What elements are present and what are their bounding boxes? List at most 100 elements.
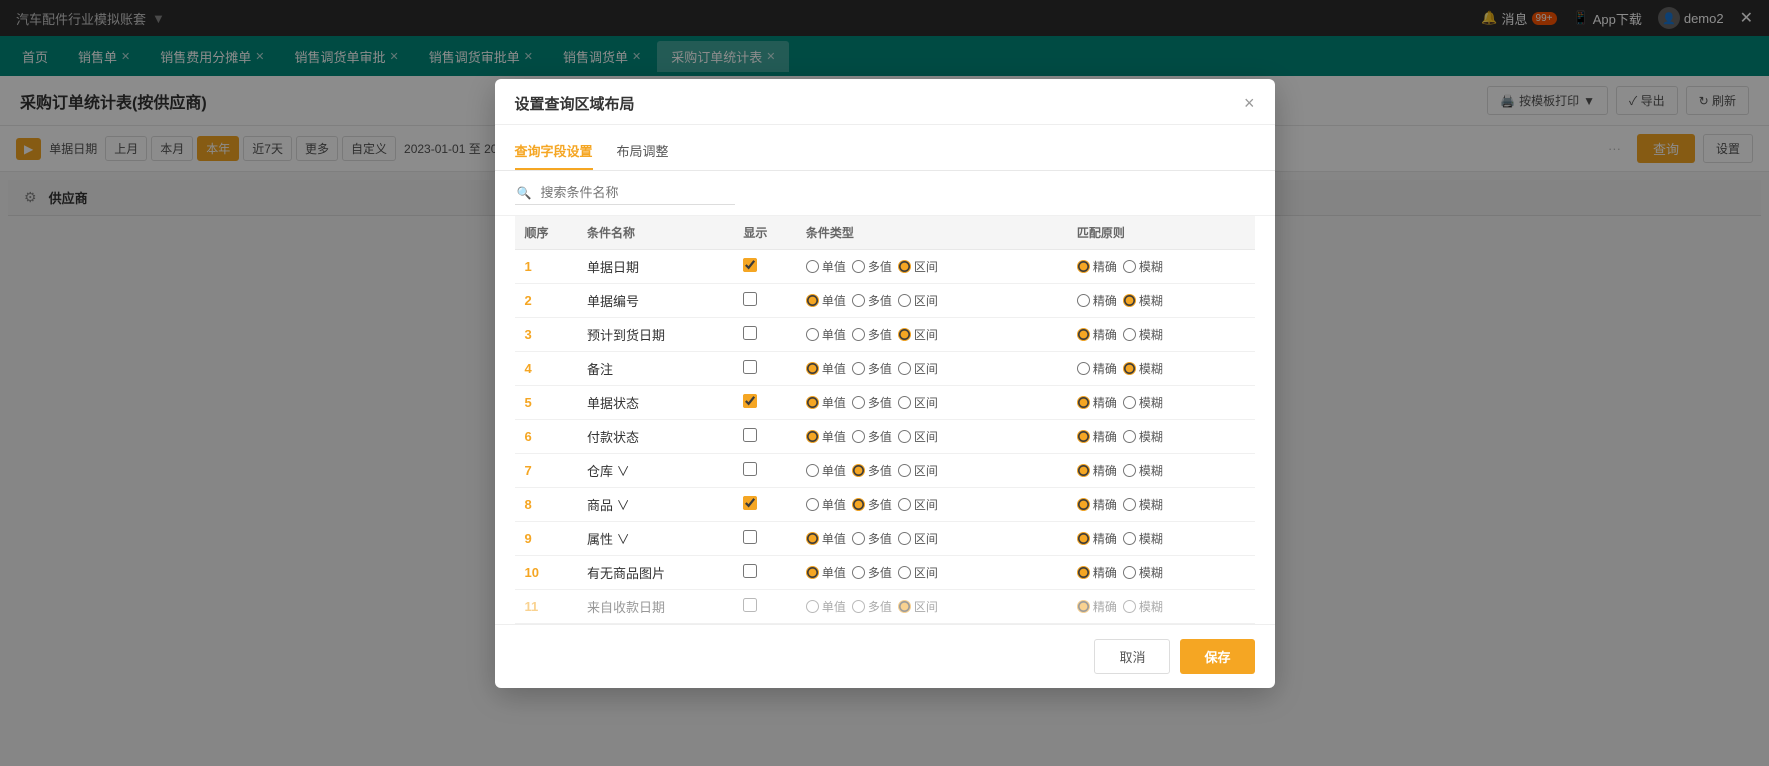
type-radio-4-多值[interactable]: [852, 396, 865, 409]
match-option-0-模糊[interactable]: 模糊: [1123, 258, 1163, 275]
type-option-6-单值[interactable]: 单值: [806, 462, 846, 479]
display-checkbox-4[interactable]: [743, 394, 757, 408]
match-radio-1-精确[interactable]: [1077, 294, 1090, 307]
type-option-8-多值[interactable]: 多值: [852, 530, 892, 547]
type-radio-2-单值[interactable]: [806, 328, 819, 341]
type-option-3-单值[interactable]: 单值: [806, 360, 846, 377]
type-option-4-单值[interactable]: 单值: [806, 394, 846, 411]
type-option-9-单值[interactable]: 单值: [806, 564, 846, 581]
match-radio-6-模糊[interactable]: [1123, 464, 1136, 477]
type-option-0-多值[interactable]: 多值: [852, 258, 892, 275]
type-option-9-多值[interactable]: 多值: [852, 564, 892, 581]
match-radio-9-精确[interactable]: [1077, 566, 1090, 579]
type-radio-6-多值[interactable]: [852, 464, 865, 477]
type-radio-7-多值[interactable]: [852, 498, 865, 511]
match-radio-10-精确[interactable]: [1077, 600, 1090, 613]
type-radio-1-单值[interactable]: [806, 294, 819, 307]
type-option-2-单值[interactable]: 单值: [806, 326, 846, 343]
match-radio-7-精确[interactable]: [1077, 498, 1090, 511]
type-radio-0-单值[interactable]: [806, 260, 819, 273]
type-radio-3-区间[interactable]: [898, 362, 911, 375]
type-radio-10-多值[interactable]: [852, 600, 865, 613]
save-button[interactable]: 保存: [1180, 639, 1254, 674]
type-option-0-区间[interactable]: 区间: [898, 258, 938, 275]
display-checkbox-6[interactable]: [743, 462, 757, 476]
type-option-2-区间[interactable]: 区间: [898, 326, 938, 343]
type-option-7-区间[interactable]: 区间: [898, 496, 938, 513]
type-radio-2-多值[interactable]: [852, 328, 865, 341]
match-option-1-精确[interactable]: 精确: [1077, 292, 1117, 309]
match-radio-0-模糊[interactable]: [1123, 260, 1136, 273]
type-option-10-单值[interactable]: 单值: [806, 598, 846, 615]
match-radio-6-精确[interactable]: [1077, 464, 1090, 477]
modal-tab-layout[interactable]: 布局调整: [617, 135, 669, 170]
match-radio-3-精确[interactable]: [1077, 362, 1090, 375]
match-option-1-模糊[interactable]: 模糊: [1123, 292, 1163, 309]
type-radio-9-单值[interactable]: [806, 566, 819, 579]
type-radio-10-单值[interactable]: [806, 600, 819, 613]
match-radio-0-精确[interactable]: [1077, 260, 1090, 273]
type-option-0-单值[interactable]: 单值: [806, 258, 846, 275]
match-option-9-模糊[interactable]: 模糊: [1123, 564, 1163, 581]
match-option-6-模糊[interactable]: 模糊: [1123, 462, 1163, 479]
display-checkbox-0[interactable]: [743, 258, 757, 272]
match-radio-4-精确[interactable]: [1077, 396, 1090, 409]
match-option-5-模糊[interactable]: 模糊: [1123, 428, 1163, 445]
match-radio-8-精确[interactable]: [1077, 532, 1090, 545]
match-option-10-精确[interactable]: 精确: [1077, 598, 1117, 615]
display-checkbox-8[interactable]: [743, 530, 757, 544]
match-radio-4-模糊[interactable]: [1123, 396, 1136, 409]
match-option-3-模糊[interactable]: 模糊: [1123, 360, 1163, 377]
display-checkbox-1[interactable]: [743, 292, 757, 306]
match-radio-1-模糊[interactable]: [1123, 294, 1136, 307]
type-radio-10-区间[interactable]: [898, 600, 911, 613]
match-radio-7-模糊[interactable]: [1123, 498, 1136, 511]
match-option-10-模糊[interactable]: 模糊: [1123, 598, 1163, 615]
type-radio-8-多值[interactable]: [852, 532, 865, 545]
match-option-4-精确[interactable]: 精确: [1077, 394, 1117, 411]
type-radio-0-多值[interactable]: [852, 260, 865, 273]
match-radio-9-模糊[interactable]: [1123, 566, 1136, 579]
match-option-8-精确[interactable]: 精确: [1077, 530, 1117, 547]
type-option-5-区间[interactable]: 区间: [898, 428, 938, 445]
type-option-3-多值[interactable]: 多值: [852, 360, 892, 377]
type-radio-7-区间[interactable]: [898, 498, 911, 511]
type-option-9-区间[interactable]: 区间: [898, 564, 938, 581]
type-radio-6-单值[interactable]: [806, 464, 819, 477]
match-radio-2-精确[interactable]: [1077, 328, 1090, 341]
type-option-6-多值[interactable]: 多值: [852, 462, 892, 479]
modal-tab-query-fields[interactable]: 查询字段设置: [515, 135, 593, 170]
type-radio-3-单值[interactable]: [806, 362, 819, 375]
type-radio-7-单值[interactable]: [806, 498, 819, 511]
type-option-6-区间[interactable]: 区间: [898, 462, 938, 479]
type-option-7-多值[interactable]: 多值: [852, 496, 892, 513]
type-radio-6-区间[interactable]: [898, 464, 911, 477]
type-option-8-单值[interactable]: 单值: [806, 530, 846, 547]
type-option-1-多值[interactable]: 多值: [852, 292, 892, 309]
type-option-1-单值[interactable]: 单值: [806, 292, 846, 309]
display-checkbox-9[interactable]: [743, 564, 757, 578]
type-option-1-区间[interactable]: 区间: [898, 292, 938, 309]
match-radio-3-模糊[interactable]: [1123, 362, 1136, 375]
display-checkbox-3[interactable]: [743, 360, 757, 374]
type-radio-2-区间[interactable]: [898, 328, 911, 341]
match-radio-2-模糊[interactable]: [1123, 328, 1136, 341]
type-option-7-单值[interactable]: 单值: [806, 496, 846, 513]
modal-close-btn[interactable]: ×: [1244, 93, 1255, 114]
match-option-8-模糊[interactable]: 模糊: [1123, 530, 1163, 547]
match-option-6-精确[interactable]: 精确: [1077, 462, 1117, 479]
match-option-3-精确[interactable]: 精确: [1077, 360, 1117, 377]
type-option-3-区间[interactable]: 区间: [898, 360, 938, 377]
type-radio-9-区间[interactable]: [898, 566, 911, 579]
match-option-4-模糊[interactable]: 模糊: [1123, 394, 1163, 411]
match-option-7-精确[interactable]: 精确: [1077, 496, 1117, 513]
match-radio-10-模糊[interactable]: [1123, 600, 1136, 613]
type-radio-5-多值[interactable]: [852, 430, 865, 443]
type-radio-8-区间[interactable]: [898, 532, 911, 545]
type-option-10-多值[interactable]: 多值: [852, 598, 892, 615]
type-radio-9-多值[interactable]: [852, 566, 865, 579]
modal-search-input[interactable]: [515, 181, 735, 205]
type-radio-8-单值[interactable]: [806, 532, 819, 545]
match-radio-5-精确[interactable]: [1077, 430, 1090, 443]
type-radio-5-单值[interactable]: [806, 430, 819, 443]
